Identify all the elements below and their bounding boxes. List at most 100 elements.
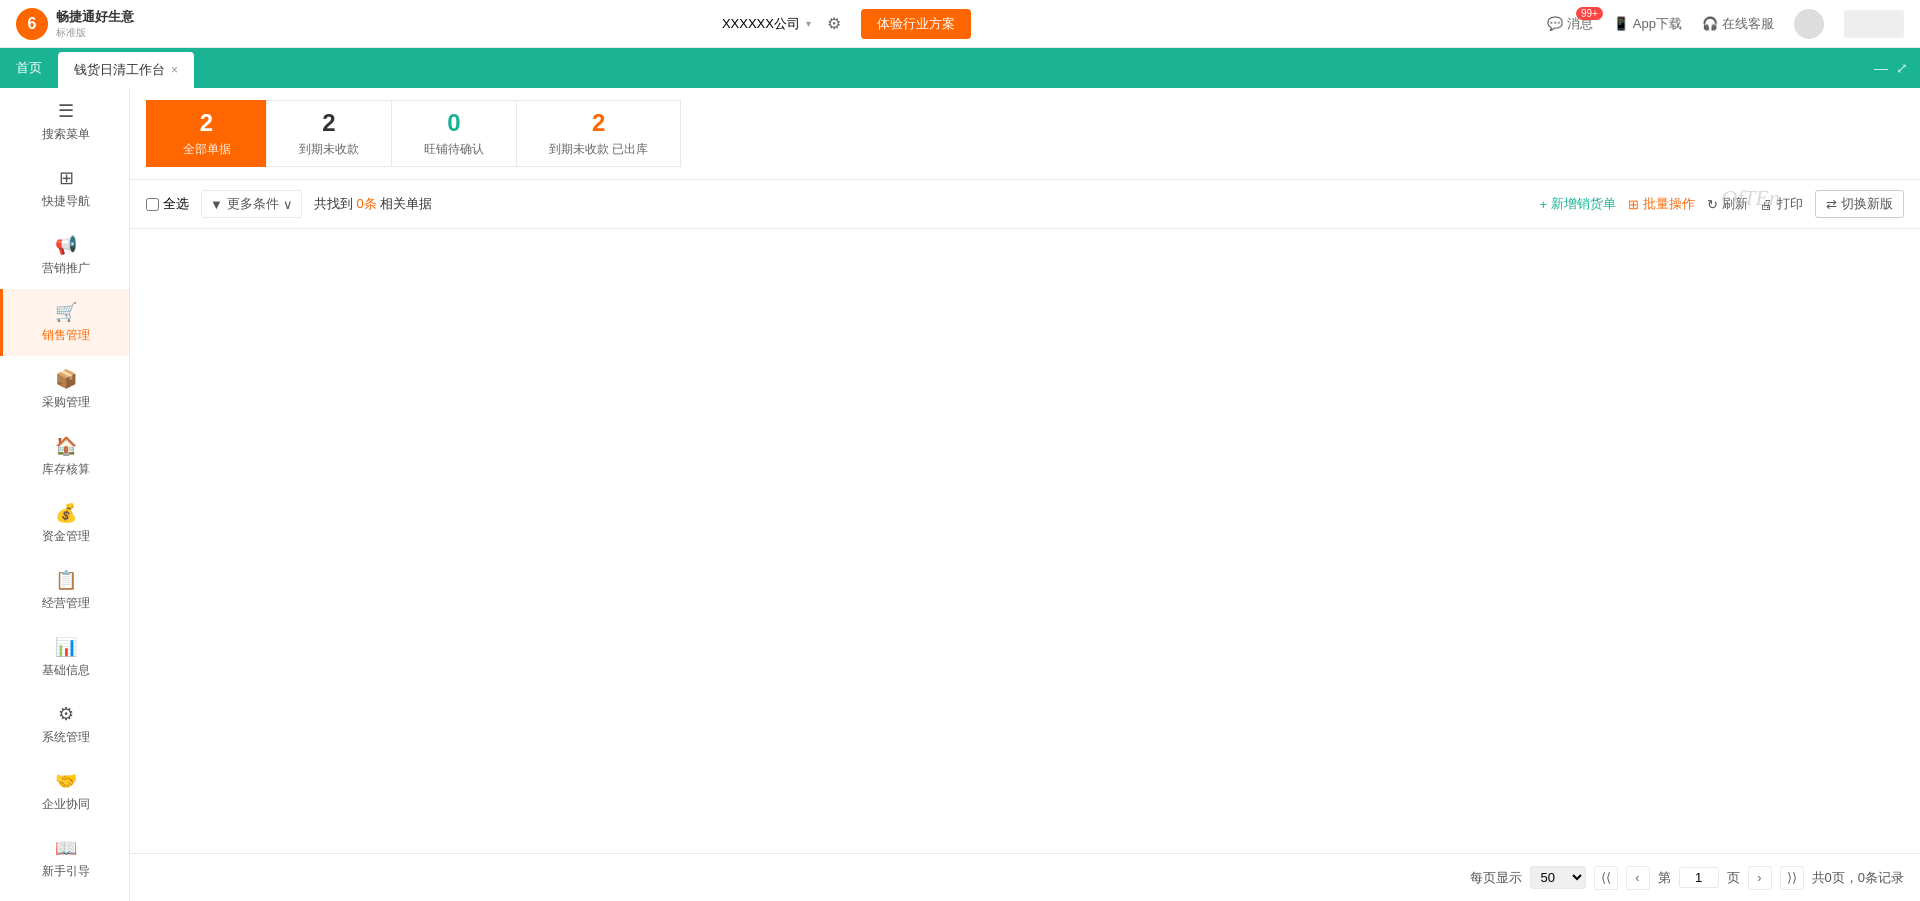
switch-new-version-button[interactable]: ⇄ 切换新版: [1815, 190, 1904, 218]
tab-active-label: 钱货日清工作台: [74, 61, 165, 79]
tab-bar: 首页 钱货日清工作台 × — ⤢: [0, 48, 1920, 88]
toolbar-right: + 新增销货单 ⊞ 批量操作 ↻ 刷新 🖨 打印 ⇄ 切换新版: [1539, 190, 1904, 218]
stat-card-all[interactable]: 2 全部单据: [146, 100, 266, 167]
last-page-button[interactable]: ⟩⟩: [1780, 866, 1804, 890]
company-selector[interactable]: XXXXXX公司 ▾: [722, 15, 811, 33]
sidebar-item-enterprise[interactable]: 🤝 企业协同: [0, 758, 129, 825]
batch-action-button[interactable]: ⊞ 批量操作: [1628, 195, 1695, 213]
operation-icon: 📋: [55, 569, 77, 591]
table-area: [130, 229, 1920, 853]
logo-main-text: 畅捷通好生意: [56, 8, 134, 26]
sidebar-item-label: 系统管理: [42, 729, 90, 746]
online-service-action[interactable]: 🎧 在线客服: [1702, 15, 1774, 33]
trial-button[interactable]: 体验行业方案: [861, 9, 971, 39]
prev-page-button[interactable]: ‹: [1626, 866, 1650, 890]
sidebar-item-label: 销售管理: [42, 327, 90, 344]
quicknav-icon: ⊞: [59, 167, 74, 189]
settings-icon[interactable]: ⚙: [827, 14, 841, 33]
sidebar-item-sales[interactable]: 🛒 销售管理: [0, 289, 129, 356]
filter-label: 更多条件: [227, 195, 279, 213]
stat-card-overdue-shipped[interactable]: 2 到期未收款 已出库: [516, 100, 681, 167]
sidebar-item-operation[interactable]: 📋 经营管理: [0, 557, 129, 624]
sidebar-item-appcenter[interactable]: 📱 应用中心: [0, 892, 129, 901]
stat-all-label: 全部单据: [183, 141, 231, 158]
first-page-icon: ⟨⟨: [1601, 870, 1611, 885]
filter-icon: ▼: [210, 197, 223, 212]
select-all-area[interactable]: 全选: [146, 195, 189, 213]
page-prefix: 第: [1658, 869, 1671, 887]
page-suffix: 页: [1727, 869, 1740, 887]
found-count: 0条: [357, 196, 377, 211]
logo-area: 6 畅捷通好生意 标准版: [16, 8, 146, 40]
tab-close-icon[interactable]: ×: [171, 63, 178, 77]
sidebar-item-label: 快捷导航: [42, 193, 90, 210]
tab-qianhuoriqing[interactable]: 钱货日清工作台 ×: [58, 52, 194, 88]
enterprise-icon: 🤝: [55, 770, 77, 792]
print-label: 打印: [1777, 195, 1803, 213]
purchase-icon: 📦: [55, 368, 77, 390]
found-prefix: 共找到: [314, 196, 353, 211]
sidebar-item-finance[interactable]: 💰 资金管理: [0, 490, 129, 557]
tab-home-label: 首页: [16, 59, 42, 77]
sidebar-item-purchase[interactable]: 📦 采购管理: [0, 356, 129, 423]
tab-expand-icon[interactable]: ⤢: [1896, 60, 1908, 76]
main-layout: ☰ 搜索菜单 ⊞ 快捷导航 📢 营销推广 🛒 销售管理 📦 采购管理 🏠 库存核…: [0, 88, 1920, 901]
sidebar-item-label: 基础信息: [42, 662, 90, 679]
print-icon: 🖨: [1760, 197, 1773, 212]
app-logo-icon: 6: [16, 8, 48, 40]
page-input[interactable]: [1679, 867, 1719, 888]
tab-minimize-icon[interactable]: —: [1874, 60, 1888, 76]
app-download-action[interactable]: 📱 App下载: [1613, 15, 1682, 33]
basic-icon: 📊: [55, 636, 77, 658]
top-header: 6 畅捷通好生意 标准版 XXXXXX公司 ▾ ⚙ 体验行业方案 💬 消息 99…: [0, 0, 1920, 48]
sidebar-item-basic[interactable]: 📊 基础信息: [0, 624, 129, 691]
sidebar-item-label: 经营管理: [42, 595, 90, 612]
marketing-icon: 📢: [55, 234, 77, 256]
next-page-button[interactable]: ›: [1748, 866, 1772, 890]
print-button[interactable]: 🖨 打印: [1760, 195, 1803, 213]
last-page-icon: ⟩⟩: [1787, 870, 1797, 885]
sidebar-item-label: 新手引导: [42, 863, 90, 880]
stat-card-overdue[interactable]: 2 到期未收款: [266, 100, 391, 167]
stat-wangpu-number: 0: [447, 109, 460, 137]
new-sales-button[interactable]: + 新增销货单: [1539, 195, 1616, 213]
toolbar: 全选 ▼ 更多条件 ∨ 共找到 0条 相关单据 + 新增销货单 ⊞ 批量操作: [130, 180, 1920, 229]
stat-overdue-label: 到期未收款: [299, 141, 359, 158]
sidebar-item-marketing[interactable]: 📢 营销推广: [0, 222, 129, 289]
stats-bar: 2 全部单据 2 到期未收款 0 旺铺待确认 2 到期未收款 已出库: [130, 88, 1920, 180]
stat-overdue-shipped-label: 到期未收款 已出库: [549, 141, 648, 158]
app-download-icon: 📱: [1613, 16, 1629, 31]
system-icon: ⚙: [58, 703, 74, 725]
sidebar-item-newguide[interactable]: 📖 新手引导: [0, 825, 129, 892]
avatar[interactable]: [1794, 9, 1824, 39]
filter-button[interactable]: ▼ 更多条件 ∨: [201, 190, 302, 218]
prev-page-icon: ‹: [1635, 870, 1639, 885]
sidebar-item-system[interactable]: ⚙ 系统管理: [0, 691, 129, 758]
sidebar-item-quicknav[interactable]: ⊞ 快捷导航: [0, 155, 129, 222]
sidebar-item-inventory[interactable]: 🏠 库存核算: [0, 423, 129, 490]
sidebar-item-label: 资金管理: [42, 528, 90, 545]
message-badge: 99+: [1576, 7, 1603, 20]
sidebar-item-search[interactable]: ☰ 搜索菜单: [0, 88, 129, 155]
message-action[interactable]: 💬 消息 99+: [1547, 15, 1593, 33]
sidebar-item-label: 采购管理: [42, 394, 90, 411]
stat-wangpu-label: 旺铺待确认: [424, 141, 484, 158]
found-text: 共找到 0条 相关单据: [314, 195, 432, 213]
batch-icon: ⊞: [1628, 197, 1639, 212]
switch-label: 切换新版: [1841, 195, 1893, 213]
total-text: 共0页，0条记录: [1812, 869, 1904, 887]
pagination: 每页显示 50 100 200 ⟨⟨ ‹ 第 页 › ⟩⟩ 共0页，0条记录: [130, 853, 1920, 901]
tab-home[interactable]: 首页: [0, 48, 58, 88]
stat-overdue-shipped-number: 2: [592, 109, 605, 137]
message-icon: 💬: [1547, 16, 1563, 31]
app-download-label: App下载: [1633, 15, 1682, 33]
logo-text: 畅捷通好生意 标准版: [56, 8, 134, 40]
chevron-down-icon: ▾: [806, 18, 811, 29]
select-all-checkbox[interactable]: [146, 198, 159, 211]
first-page-button[interactable]: ⟨⟨: [1594, 866, 1618, 890]
stat-card-wangpu[interactable]: 0 旺铺待确认: [391, 100, 516, 167]
refresh-button[interactable]: ↻ 刷新: [1707, 195, 1748, 213]
inventory-icon: 🏠: [55, 435, 77, 457]
page-size-select[interactable]: 50 100 200: [1530, 866, 1586, 889]
user-info[interactable]: [1844, 10, 1904, 38]
